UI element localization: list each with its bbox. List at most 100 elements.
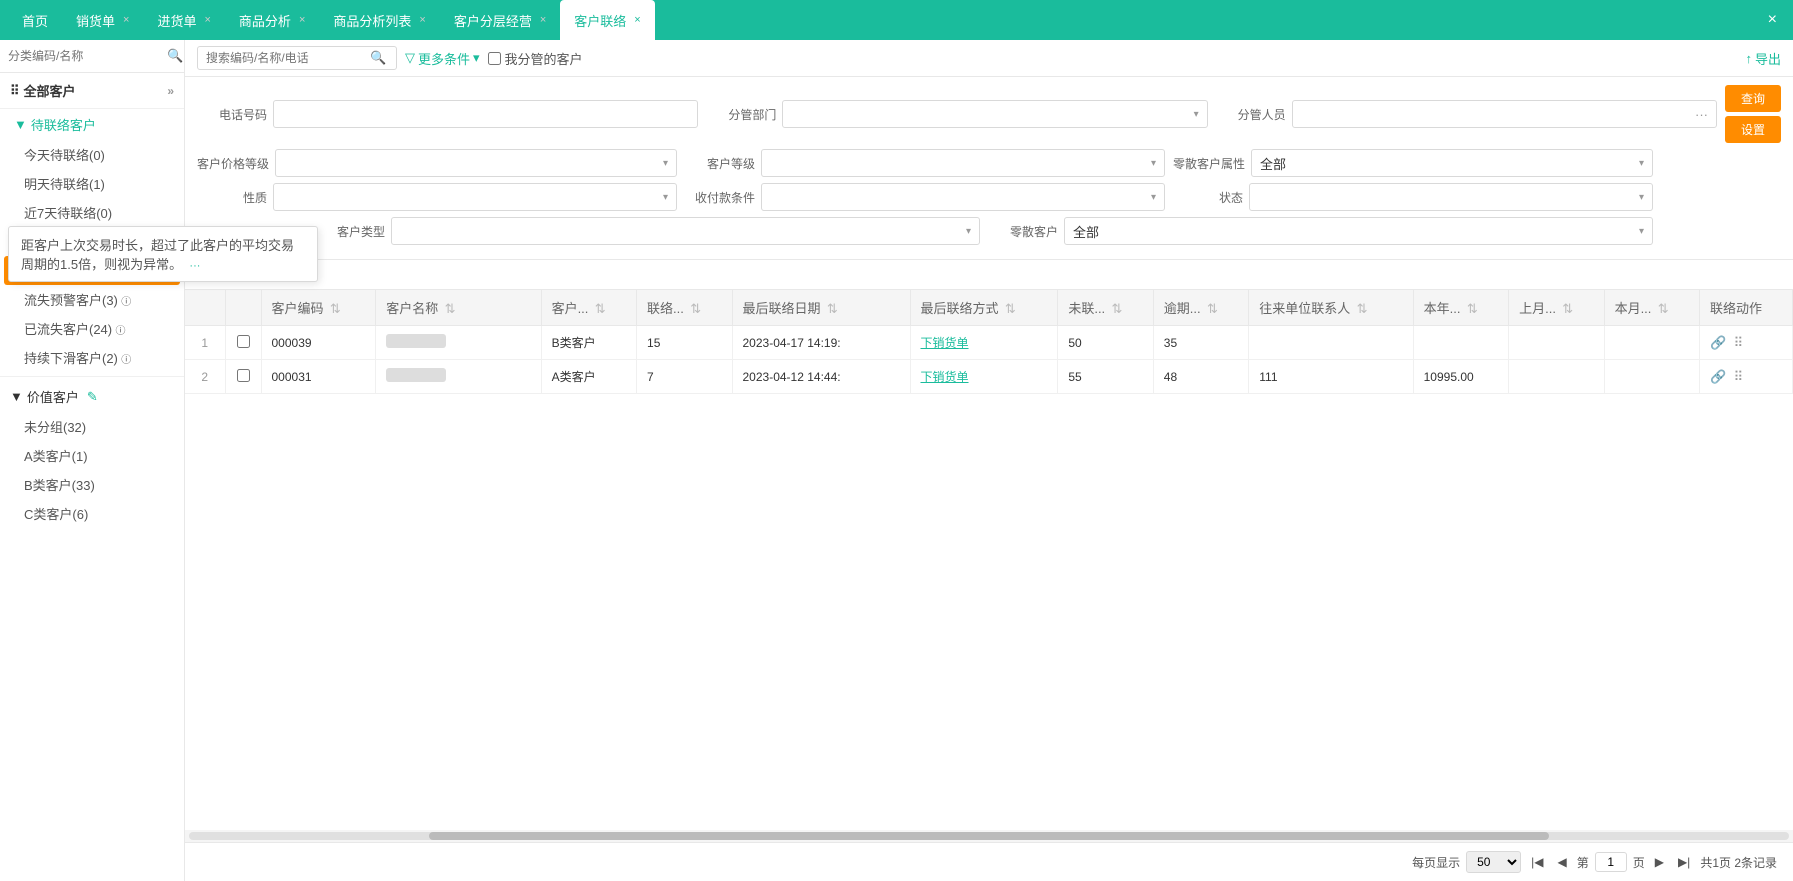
retail-attr-input[interactable]: 全部 ▾: [1251, 149, 1653, 177]
tab-product-list[interactable]: 商品分析列表 ×: [319, 0, 439, 40]
filter-search-box[interactable]: 🔍: [197, 46, 397, 70]
th-last-month-sort-icon[interactable]: ⇅: [1562, 301, 1573, 316]
tab-customer-contact[interactable]: 客户联络 ×: [560, 0, 654, 40]
filter-more-btn[interactable]: ▽ 更多条件 ▾: [405, 49, 480, 68]
th-last-date[interactable]: 最后联络日期 ⇅: [732, 290, 910, 326]
th-this-year[interactable]: 本年... ⇅: [1413, 290, 1508, 326]
last-page-btn[interactable]: ▶|: [1674, 853, 1694, 871]
status-input[interactable]: ▾: [1249, 183, 1653, 211]
th-last-date-sort-icon[interactable]: ⇅: [827, 301, 838, 316]
th-last-way[interactable]: 最后联络方式 ⇅: [910, 290, 1058, 326]
th-unit-contact-sort-icon[interactable]: ⇅: [1357, 301, 1368, 316]
sidebar-item-ungroup[interactable]: 未分组(32): [0, 412, 184, 441]
sidebar-item-tomorrow[interactable]: 明天待联络(1): [0, 169, 184, 198]
sidebar-collapse-btn[interactable]: »: [167, 84, 174, 98]
h-scrollbar[interactable]: [185, 830, 1793, 842]
tab-product-analysis-close[interactable]: ×: [299, 14, 305, 26]
filter-search-icon[interactable]: 🔍: [370, 50, 386, 66]
sidebar-item-c-class[interactable]: C类客户(6): [0, 499, 184, 528]
sidebar-search-box[interactable]: 🔍: [0, 40, 184, 73]
row2-link-icon[interactable]: 🔗: [1710, 369, 1726, 384]
row1-checkbox[interactable]: [237, 335, 250, 348]
th-this-month[interactable]: 本月... ⇅: [1604, 290, 1699, 326]
row1-num: 1: [185, 326, 225, 360]
row1-link-icon[interactable]: 🔗: [1710, 335, 1726, 350]
per-page-select[interactable]: 10 20 50 100: [1466, 851, 1521, 873]
sidebar-pending-group[interactable]: ▼ 待联络客户: [0, 109, 184, 140]
th-contact[interactable]: 联络... ⇅: [637, 290, 732, 326]
next-page-btn[interactable]: ▶: [1651, 853, 1668, 871]
tab-customer-segment-close[interactable]: ×: [540, 14, 546, 26]
th-last-way-sort-icon[interactable]: ⇅: [1005, 301, 1016, 316]
th-contact-sort-icon[interactable]: ⇅: [690, 301, 701, 316]
phone-input[interactable]: [273, 100, 698, 128]
tab-sales-close[interactable]: ×: [123, 14, 129, 26]
tab-customer-segment[interactable]: 客户分层经营 ×: [440, 0, 560, 40]
sidebar-all-customers[interactable]: ⠿ 全部客户 »: [0, 73, 184, 109]
sidebar-search-icon[interactable]: 🔍: [167, 48, 183, 64]
price-level-input[interactable]: ▾: [275, 149, 677, 177]
th-overdue-sort-icon[interactable]: ⇅: [1207, 301, 1218, 316]
filter-search-input[interactable]: [206, 51, 366, 65]
export-button[interactable]: ↑ 导出: [1745, 49, 1781, 68]
row2-checkbox[interactable]: [237, 369, 250, 382]
th-code-sort-icon[interactable]: ⇅: [330, 301, 341, 316]
row2-checkbox-cell[interactable]: [225, 360, 261, 394]
customer-level-input[interactable]: ▾: [761, 149, 1165, 177]
page-input[interactable]: [1595, 852, 1627, 872]
app-close-button[interactable]: ×: [1760, 11, 1785, 29]
tab-sales[interactable]: 销货单 ×: [62, 0, 143, 40]
query-button[interactable]: 查询: [1725, 85, 1781, 112]
th-code[interactable]: 客户编码 ⇅: [261, 290, 376, 326]
tab-home[interactable]: 首页: [8, 0, 62, 40]
already-lost-icon[interactable]: ⓘ: [115, 326, 125, 337]
th-overdue[interactable]: 逾期... ⇅: [1153, 290, 1248, 326]
row1-checkbox-cell[interactable]: [225, 326, 261, 360]
declining-icon[interactable]: ⓘ: [121, 355, 131, 366]
th-this-year-sort-icon[interactable]: ⇅: [1467, 301, 1478, 316]
sidebar-item-7days[interactable]: 近7天待联络(0): [0, 198, 184, 227]
th-no-contact[interactable]: 未联... ⇅: [1058, 290, 1153, 326]
gender-input[interactable]: ▾: [273, 183, 677, 211]
th-level[interactable]: 客户... ⇅: [541, 290, 636, 326]
row2-last-way[interactable]: 下销货单: [910, 360, 1058, 394]
row2-last-way-link[interactable]: 下销货单: [921, 370, 969, 384]
value-edit-icon[interactable]: ✎: [87, 389, 98, 405]
my-customers-checkbox-label[interactable]: 我分管的客户: [488, 49, 583, 68]
sidebar-item-b-class[interactable]: B类客户(33): [0, 470, 184, 499]
tab-purchase-close[interactable]: ×: [204, 14, 210, 26]
prev-page-btn[interactable]: ◀: [1553, 853, 1570, 871]
th-name-sort-icon[interactable]: ⇅: [445, 301, 456, 316]
table-container[interactable]: 客户编码 ⇅ 客户名称 ⇅ 客户... ⇅ 联络...: [185, 290, 1793, 830]
th-level-sort-icon[interactable]: ⇅: [595, 301, 606, 316]
sidebar-value-group[interactable]: ▼ 价值客户 ✎: [0, 381, 184, 412]
row2-grid-icon[interactable]: ⠿: [1734, 369, 1744, 384]
sidebar-search-input[interactable]: [8, 49, 163, 63]
sidebar-item-a-class[interactable]: A类客户(1): [0, 441, 184, 470]
first-page-btn[interactable]: |◀: [1527, 853, 1547, 871]
setting-button[interactable]: 设置: [1725, 116, 1781, 143]
customer-type-input[interactable]: ▾: [391, 217, 980, 245]
th-last-month[interactable]: 上月... ⇅: [1509, 290, 1604, 326]
tab-product-list-close[interactable]: ×: [419, 14, 425, 26]
th-this-month-sort-icon[interactable]: ⇅: [1658, 301, 1669, 316]
sidebar-item-lost-warning[interactable]: 流失预警客户(3) ⓘ: [0, 285, 184, 314]
th-no-contact-sort-icon[interactable]: ⇅: [1112, 301, 1123, 316]
th-unit-contact[interactable]: 往来单位联系人 ⇅: [1249, 290, 1413, 326]
row1-grid-icon[interactable]: ⠿: [1734, 335, 1744, 350]
tab-product-analysis[interactable]: 商品分析 ×: [225, 0, 319, 40]
sidebar-item-today[interactable]: 今天待联络(0): [0, 140, 184, 169]
lost-warning-icon[interactable]: ⓘ: [121, 297, 131, 308]
tab-purchase[interactable]: 进货单 ×: [143, 0, 224, 40]
my-customers-checkbox[interactable]: [488, 52, 501, 65]
row1-last-way-link[interactable]: 下销货单: [921, 336, 969, 350]
dept-input[interactable]: ▾: [782, 100, 1207, 128]
sidebar-item-declining[interactable]: 持续下滑客户(2) ⓘ: [0, 343, 184, 372]
payment-input[interactable]: ▾: [761, 183, 1165, 211]
person-input[interactable]: ···: [1292, 100, 1717, 128]
retail-customer-input[interactable]: 全部 ▾: [1064, 217, 1653, 245]
th-name[interactable]: 客户名称 ⇅: [376, 290, 541, 326]
sidebar-item-already-lost[interactable]: 已流失客户(24) ⓘ: [0, 314, 184, 343]
tab-customer-contact-close[interactable]: ×: [634, 14, 640, 26]
row1-last-way[interactable]: 下销货单: [910, 326, 1058, 360]
